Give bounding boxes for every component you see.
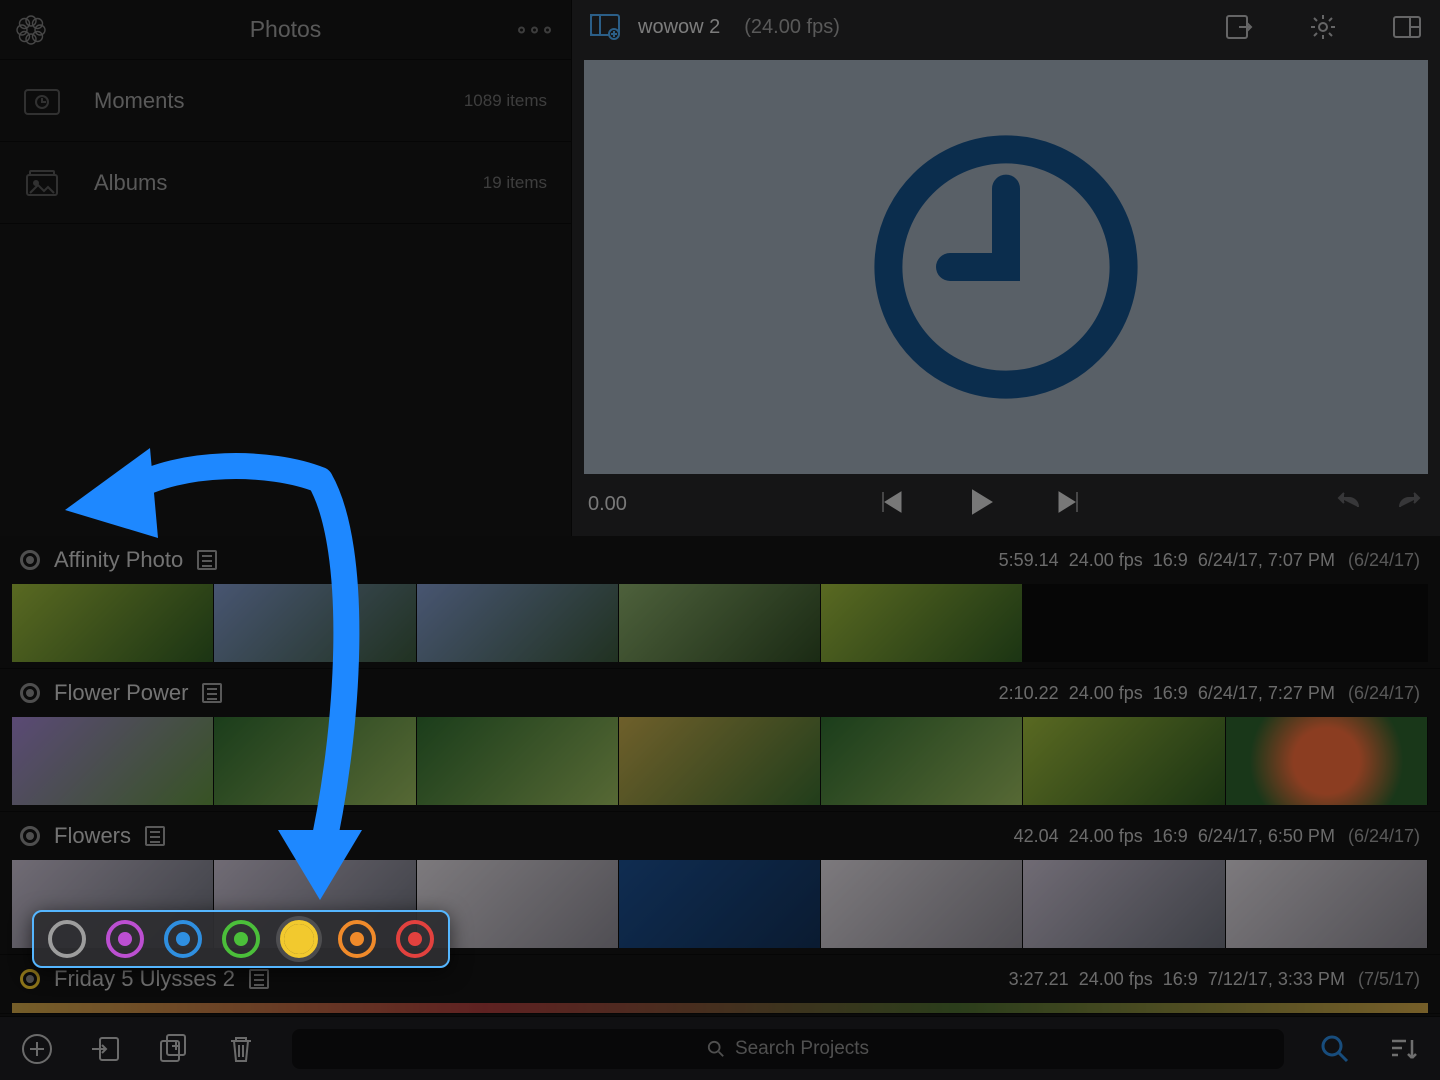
clock-icon — [866, 127, 1146, 407]
color-tag-popover — [32, 910, 450, 968]
notes-icon[interactable] — [249, 969, 269, 989]
bottom-toolbar: Search Projects — [0, 1016, 1440, 1080]
sidebar-item-count: 19 items — [483, 173, 547, 193]
clip-thumbnail[interactable] — [214, 717, 416, 805]
clip-thumbnail[interactable] — [12, 717, 214, 805]
notes-icon[interactable] — [197, 550, 217, 570]
notes-icon[interactable] — [145, 826, 165, 846]
sidebar-item-label: Moments — [94, 88, 464, 114]
clip-thumbnail[interactable] — [619, 717, 821, 805]
project-row[interactable]: Flower Power 2:10.22 24.00 fps 16:9 6/24… — [0, 669, 1440, 812]
clip-thumbnail[interactable] — [1023, 584, 1225, 662]
project-meta: 3:27.21 24.00 fps 16:9 7/12/17, 3:33 PM … — [1009, 969, 1420, 990]
preview-monitor[interactable] — [584, 60, 1428, 474]
sort-button[interactable] — [1386, 1032, 1420, 1066]
tag-color-purple[interactable] — [106, 920, 144, 958]
preview-panel: wowow 2 (24.00 fps) 0.00 — [572, 0, 1440, 536]
clip-thumbnail[interactable] — [12, 584, 214, 662]
moments-icon — [24, 87, 60, 115]
project-title: Flower Power — [54, 680, 188, 706]
clip-thumbnail[interactable] — [619, 584, 821, 662]
project-title: Affinity Photo — [54, 547, 183, 573]
color-tag-icon[interactable] — [20, 683, 40, 703]
tag-color-orange[interactable] — [338, 920, 376, 958]
clip-thumbnail[interactable] — [417, 717, 619, 805]
clip-thumbnail[interactable] — [821, 860, 1023, 948]
tag-color-blue[interactable] — [164, 920, 202, 958]
settings-button[interactable] — [1308, 12, 1338, 42]
play-button[interactable] — [965, 487, 995, 522]
sidebar-item-count: 1089 items — [464, 91, 547, 111]
tag-color-green[interactable] — [222, 920, 260, 958]
timecode: 0.00 — [588, 493, 627, 516]
color-tag-icon[interactable] — [20, 969, 40, 989]
find-button[interactable] — [1318, 1032, 1352, 1066]
duplicate-button[interactable] — [156, 1032, 190, 1066]
undo-button[interactable] — [1334, 487, 1364, 522]
photos-app-icon — [16, 15, 46, 45]
delete-button[interactable] — [224, 1032, 258, 1066]
search-placeholder: Search Projects — [735, 1038, 869, 1060]
clip-thumbnail[interactable] — [619, 860, 821, 948]
export-button[interactable] — [1224, 12, 1254, 42]
sidebar-item-moments[interactable]: Moments 1089 items — [0, 60, 571, 142]
clip-thumbnail[interactable] — [1023, 860, 1225, 948]
tag-color-red[interactable] — [396, 920, 434, 958]
project-row[interactable]: Affinity Photo 5:59.14 24.00 fps 16:9 6/… — [0, 536, 1440, 669]
sidebar-title: Photos — [250, 16, 322, 43]
albums-icon — [24, 169, 60, 197]
sidebar-header: Photos — [0, 0, 571, 60]
color-tag-icon[interactable] — [20, 550, 40, 570]
layout-button[interactable] — [1392, 12, 1422, 42]
clip-thumbnail[interactable] — [1226, 584, 1428, 662]
clip-thumbnail[interactable] — [1226, 717, 1428, 805]
sidebar-item-label: Albums — [94, 170, 483, 196]
clip-thumbnail[interactable] — [821, 584, 1023, 662]
project-meta: 5:59.14 24.00 fps 16:9 6/24/17, 7:07 PM … — [999, 550, 1420, 571]
color-tag-icon[interactable] — [20, 826, 40, 846]
project-title: Friday 5 Ulysses 2 — [54, 966, 235, 992]
clip-thumbnail[interactable] — [821, 717, 1023, 805]
clip-thumbnail[interactable] — [214, 584, 416, 662]
notes-icon[interactable] — [202, 683, 222, 703]
skip-back-button[interactable] — [875, 487, 905, 522]
skip-forward-button[interactable] — [1055, 487, 1085, 522]
redo-button[interactable] — [1394, 487, 1424, 522]
photos-sidebar: Photos Moments 1089 items Albums 19 item… — [0, 0, 572, 536]
project-icon — [590, 14, 620, 40]
clip-thumbnail[interactable] — [1226, 860, 1428, 948]
clip-thumbnail[interactable] — [12, 1003, 1428, 1013]
search-input[interactable]: Search Projects — [292, 1029, 1284, 1069]
tag-color-gray[interactable] — [48, 920, 86, 958]
clip-thumbnail[interactable] — [1023, 717, 1225, 805]
sidebar-item-albums[interactable]: Albums 19 items — [0, 142, 571, 224]
preview-project-name: wowow 2 — [638, 16, 720, 39]
project-title: Flowers — [54, 823, 131, 849]
more-options-icon[interactable] — [518, 26, 551, 33]
import-button[interactable] — [88, 1032, 122, 1066]
project-meta: 42.04 24.00 fps 16:9 6/24/17, 6:50 PM (6… — [1014, 826, 1420, 847]
preview-header: wowow 2 (24.00 fps) — [572, 0, 1440, 54]
new-project-button[interactable] — [20, 1032, 54, 1066]
preview-fps-label: (24.00 fps) — [744, 16, 840, 39]
tag-color-yellow[interactable] — [280, 920, 318, 958]
project-meta: 2:10.22 24.00 fps 16:9 6/24/17, 7:27 PM … — [999, 683, 1420, 704]
transport-bar: 0.00 — [572, 474, 1440, 534]
clip-thumbnail[interactable] — [417, 584, 619, 662]
